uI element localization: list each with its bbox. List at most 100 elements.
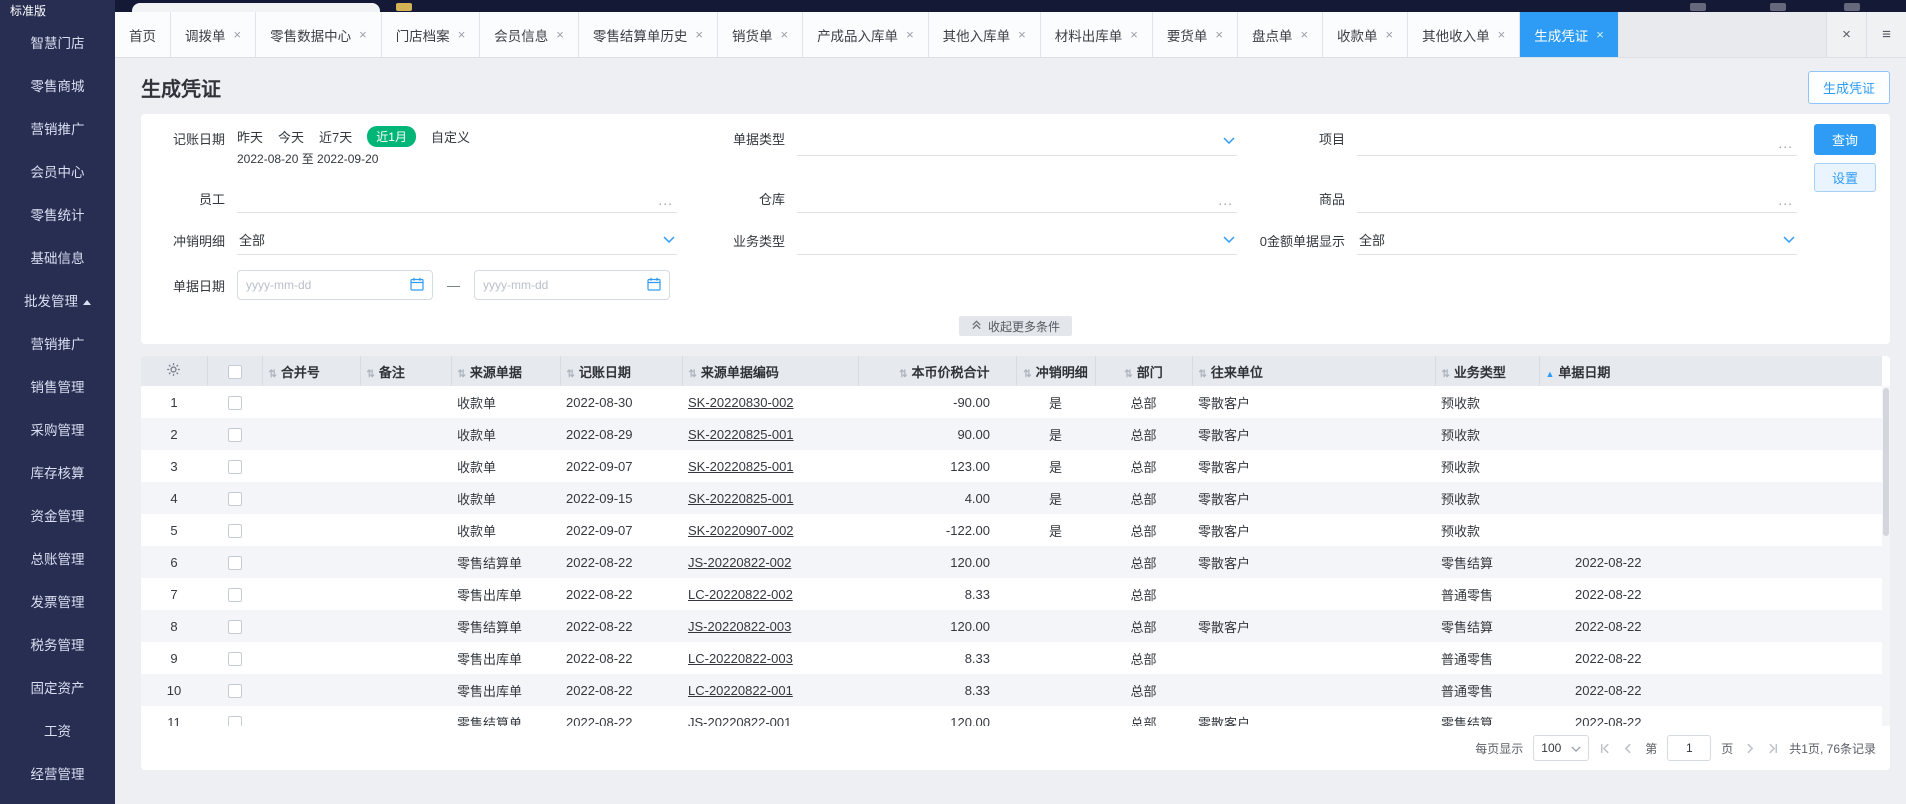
sidebar-item[interactable]: 营销推广 bbox=[0, 108, 115, 151]
tab-item[interactable]: 门店档案 × bbox=[381, 12, 481, 57]
source-code-link[interactable]: JS-20220822-001 bbox=[688, 715, 791, 727]
tab-close-icon[interactable]: × bbox=[1300, 27, 1308, 42]
sidebar-item[interactable]: 资金管理 bbox=[0, 495, 115, 538]
source-code-link[interactable]: SK-20220825-001 bbox=[688, 427, 794, 442]
quick-option[interactable]: 自定义 bbox=[431, 127, 470, 146]
row-checkbox[interactable] bbox=[227, 395, 242, 410]
tab-close-icon[interactable]: × bbox=[695, 27, 703, 42]
tab-item[interactable]: 材料出库单 × bbox=[1040, 12, 1153, 57]
column-header[interactable]: ⇅ 冲销明细 bbox=[1016, 356, 1096, 386]
sidebar-item[interactable]: 零售商城 bbox=[0, 65, 115, 108]
page-number-input[interactable]: 1 bbox=[1667, 735, 1712, 761]
tab-item[interactable]: 产成品入库单 × bbox=[803, 12, 929, 57]
tab-close-icon[interactable]: × bbox=[1130, 27, 1138, 42]
column-header[interactable]: ⇅ 业务类型 bbox=[1435, 356, 1540, 386]
select-all-checkbox[interactable] bbox=[227, 364, 242, 379]
previous-page-button[interactable] bbox=[1622, 742, 1635, 755]
column-header[interactable]: ⇅ 部门 bbox=[1095, 356, 1193, 386]
writeoff-detail-select[interactable]: 全部 bbox=[237, 225, 677, 255]
row-checkbox[interactable] bbox=[227, 491, 242, 506]
sidebar-item[interactable]: 发票管理 bbox=[0, 581, 115, 624]
tab-item[interactable]: 会员信息 × bbox=[480, 12, 579, 57]
table-row[interactable]: 10 零售出库单 2022-08-22 LC-20220822-001 8.33 总部 普通… bbox=[141, 674, 1882, 706]
column-header[interactable]: ⇅ 记账日期 bbox=[560, 356, 683, 386]
generate-voucher-button[interactable]: 生成凭证 bbox=[1807, 70, 1890, 104]
tab-item[interactable]: 调拨单 × bbox=[171, 12, 257, 57]
table-row[interactable]: 6 零售结算单 2022-08-22 JS-20220822-002 120.00 总部 零… bbox=[141, 546, 1882, 578]
column-header[interactable]: ⇅ 备注 bbox=[360, 356, 452, 386]
source-code-link[interactable]: SK-20220825-001 bbox=[688, 491, 794, 506]
tab-close-icon[interactable]: × bbox=[1215, 27, 1223, 42]
tab-close-icon[interactable]: × bbox=[1018, 27, 1026, 42]
row-checkbox[interactable] bbox=[227, 715, 242, 726]
doc-date-start-input[interactable]: yyyy-mm-dd bbox=[237, 270, 433, 300]
table-row[interactable]: 8 零售结算单 2022-08-22 JS-20220822-003 120.00 总部 零… bbox=[141, 610, 1882, 642]
source-code-link[interactable]: SK-20220830-002 bbox=[688, 395, 794, 410]
sidebar-item[interactable]: 销售管理 bbox=[0, 366, 115, 409]
row-checkbox[interactable] bbox=[227, 651, 242, 666]
tab-item[interactable]: 收款单 × bbox=[1323, 12, 1409, 57]
business-type-select[interactable] bbox=[797, 225, 1237, 255]
topbar-apps-icon[interactable] bbox=[1690, 3, 1706, 11]
project-picker[interactable]: ... bbox=[1357, 126, 1797, 156]
table-row[interactable]: 7 零售出库单 2022-08-22 LC-20220822-002 8.33 总部 普通零… bbox=[141, 578, 1882, 610]
tab-close-icon[interactable]: × bbox=[1386, 27, 1394, 42]
zero-amount-display-select[interactable]: 全部 bbox=[1357, 225, 1797, 255]
table-row[interactable]: 2 收款单 2022-08-29 SK-20220825-001 90.00 是 总部 零散客… bbox=[141, 418, 1882, 450]
sidebar-item[interactable]: 经营管理 bbox=[0, 753, 115, 796]
column-header[interactable]: ▲ 单据日期 bbox=[1539, 356, 1882, 386]
query-button[interactable]: 查询 bbox=[1813, 124, 1876, 155]
tab-item[interactable]: 其他入库单 × bbox=[928, 12, 1041, 57]
sidebar-item[interactable]: 税务管理 bbox=[0, 624, 115, 667]
sidebar-item[interactable]: 零售统计 bbox=[0, 194, 115, 237]
topbar-wallet-icon[interactable] bbox=[396, 3, 412, 11]
tab-item[interactable]: 零售结算单历史 × bbox=[578, 12, 718, 57]
sidebar-item[interactable]: 智慧门店 bbox=[0, 22, 115, 65]
column-header[interactable]: ⇅ 来源单据 bbox=[451, 356, 561, 386]
topbar-search-input[interactable] bbox=[132, 3, 380, 12]
column-header[interactable]: ⇅ 来源单据编码 bbox=[682, 356, 859, 386]
quick-option[interactable]: 昨天 bbox=[237, 127, 263, 146]
page-size-select[interactable]: 100 bbox=[1533, 735, 1590, 761]
column-header[interactable]: ⇅ 本币价税合计 bbox=[858, 356, 1017, 386]
next-page-button[interactable] bbox=[1743, 742, 1756, 755]
tab-item[interactable]: 要货单 × bbox=[1152, 12, 1238, 57]
doc-type-select[interactable] bbox=[797, 126, 1237, 156]
table-row[interactable]: 1 收款单 2022-08-30 SK-20220830-002 -90.00 是 总部 零散… bbox=[141, 386, 1882, 418]
tab-close-icon[interactable]: × bbox=[556, 27, 564, 42]
row-checkbox[interactable] bbox=[227, 619, 242, 634]
collapse-filters-button[interactable]: 收起更多条件 bbox=[958, 316, 1072, 336]
column-header[interactable]: ⇅ 往来单位 bbox=[1192, 356, 1436, 386]
source-code-link[interactable]: JS-20220822-003 bbox=[688, 619, 791, 634]
tab-close-icon[interactable]: × bbox=[458, 27, 466, 42]
topbar-bell-icon[interactable] bbox=[1770, 3, 1786, 11]
topbar-user-icon[interactable] bbox=[1844, 3, 1860, 11]
vertical-scrollbar[interactable] bbox=[1882, 386, 1890, 726]
tab-close-icon[interactable]: × bbox=[1596, 27, 1604, 42]
tab-close-icon[interactable]: × bbox=[780, 27, 788, 42]
table-row[interactable]: 9 零售出库单 2022-08-22 LC-20220822-003 8.33 总部 普通零… bbox=[141, 642, 1882, 674]
tab-close-icon[interactable]: × bbox=[1498, 27, 1506, 42]
goods-picker[interactable]: ... bbox=[1357, 183, 1797, 213]
row-checkbox[interactable] bbox=[227, 427, 242, 442]
source-code-link[interactable]: LC-20220822-002 bbox=[688, 587, 793, 602]
tab-close-icon[interactable]: × bbox=[234, 27, 242, 42]
sidebar-item[interactable]: 采购管理 bbox=[0, 409, 115, 452]
row-checkbox[interactable] bbox=[227, 683, 242, 698]
sidebar-item[interactable]: 会员中心 bbox=[0, 151, 115, 194]
row-checkbox[interactable] bbox=[227, 459, 242, 474]
table-row[interactable]: 11 零售结算单 2022-08-22 JS-20220822-001 120.00 总部… bbox=[141, 706, 1882, 726]
tab-close-icon[interactable]: × bbox=[359, 27, 367, 42]
last-page-button[interactable] bbox=[1766, 742, 1779, 755]
quick-option[interactable]: 今天 bbox=[278, 127, 304, 146]
tab-list-menu-button[interactable]: ≡ bbox=[1866, 12, 1906, 57]
row-checkbox[interactable] bbox=[227, 523, 242, 538]
sidebar-item[interactable]: 批发管理 bbox=[0, 280, 115, 323]
column-header[interactable]: ⇅ 合并号 bbox=[262, 356, 361, 386]
table-row[interactable]: 5 收款单 2022-09-07 SK-20220907-002 -122.00 是 总部 零… bbox=[141, 514, 1882, 546]
employee-picker[interactable]: ... bbox=[237, 183, 677, 213]
sidebar-item[interactable]: 营销推广 bbox=[0, 323, 115, 366]
quick-option[interactable]: 近7天 bbox=[319, 127, 352, 146]
sidebar-item[interactable]: 库存核算 bbox=[0, 452, 115, 495]
source-code-link[interactable]: LC-20220822-001 bbox=[688, 683, 793, 698]
